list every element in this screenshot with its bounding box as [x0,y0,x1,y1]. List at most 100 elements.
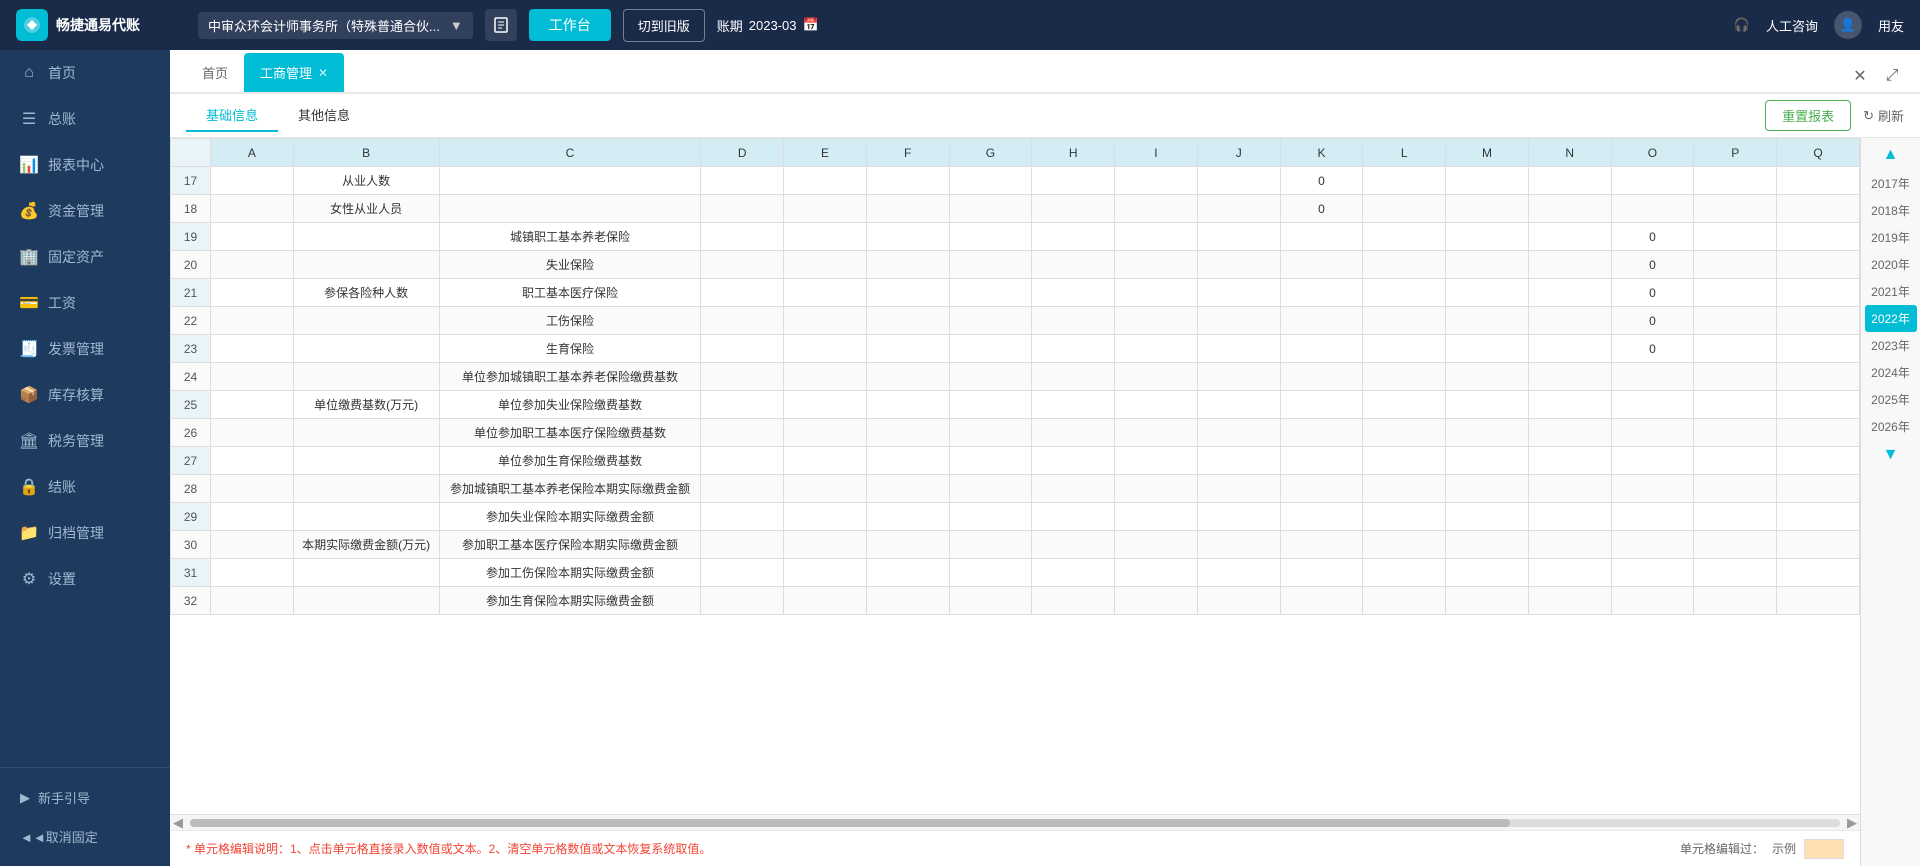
cell-r31-ccol_f[interactable] [866,559,949,587]
year-item-2023[interactable]: 2023年 [1865,332,1917,359]
user-label[interactable]: 用友 [1878,16,1904,35]
cell-r25-ccol_g[interactable] [949,391,1032,419]
cell-r32-ccol_e[interactable] [784,587,867,615]
cell-r20-ccol_o[interactable]: 0 [1611,251,1694,279]
cell-r19-ccol_n[interactable] [1528,223,1611,251]
cell-r29-ccol_h[interactable] [1032,503,1115,531]
cell-r32-ccol_g[interactable] [949,587,1032,615]
cell-r25-ccol_l[interactable] [1363,391,1446,419]
cell-r21-ccol_n[interactable] [1528,279,1611,307]
cell-r18-ccol_q[interactable] [1777,195,1860,223]
cell-r26-ccol_b[interactable] [293,419,439,447]
cell-r25-ccol_f[interactable] [866,391,949,419]
tab-home[interactable]: 首页 [186,53,244,92]
cell-r21-ccol_c[interactable]: 职工基本医疗保险 [439,279,701,307]
cell-r29-ccol_l[interactable] [1363,503,1446,531]
cell-r26-ccol_f[interactable] [866,419,949,447]
cell-r20-ccol_g[interactable] [949,251,1032,279]
cell-r17-ccol_q[interactable] [1777,167,1860,195]
cell-r29-ccol_i[interactable] [1115,503,1198,531]
cell-r27-ccol_g[interactable] [949,447,1032,475]
cell-r22-ccol_l[interactable] [1363,307,1446,335]
cell-r26-ccol_h[interactable] [1032,419,1115,447]
cell-r21-ccol_h[interactable] [1032,279,1115,307]
cell-r20-ccol_a[interactable] [211,251,294,279]
cell-r27-ccol_j[interactable] [1197,447,1280,475]
new-guide-button[interactable]: ▶ 新手引导 [0,778,170,817]
cell-r17-ccol_d[interactable] [701,167,784,195]
cell-r21-ccol_a[interactable] [211,279,294,307]
cell-r32-ccol_p[interactable] [1694,587,1777,615]
cell-r28-ccol_e[interactable] [784,475,867,503]
cell-r18-ccol_i[interactable] [1115,195,1198,223]
cell-r27-ccol_m[interactable] [1446,447,1529,475]
cell-r26-ccol_c[interactable]: 单位参加职工基本医疗保险缴费基数 [439,419,701,447]
sidebar-item-asset[interactable]: 🏢 固定资产 [0,234,170,280]
cell-r27-ccol_l[interactable] [1363,447,1446,475]
cell-r22-ccol_n[interactable] [1528,307,1611,335]
scroll-right-icon[interactable]: ▶ [1844,815,1860,831]
cell-r30-ccol_n[interactable] [1528,531,1611,559]
cell-r32-ccol_n[interactable] [1528,587,1611,615]
cell-r24-ccol_l[interactable] [1363,363,1446,391]
cell-r19-ccol_g[interactable] [949,223,1032,251]
cell-r23-ccol_q[interactable] [1777,335,1860,363]
cell-r20-ccol_n[interactable] [1528,251,1611,279]
cell-r24-ccol_d[interactable] [701,363,784,391]
cell-r31-ccol_q[interactable] [1777,559,1860,587]
cell-r20-ccol_j[interactable] [1197,251,1280,279]
cell-r22-ccol_d[interactable] [701,307,784,335]
cell-r25-ccol_p[interactable] [1694,391,1777,419]
cell-r18-ccol_k[interactable]: 0 [1280,195,1363,223]
cell-r23-ccol_c[interactable]: 生育保险 [439,335,701,363]
year-item-2020[interactable]: 2020年 [1865,251,1917,278]
tab-industry[interactable]: 工商管理 ✕ [244,53,344,92]
cell-r28-ccol_a[interactable] [211,475,294,503]
cell-r30-ccol_p[interactable] [1694,531,1777,559]
cell-r18-ccol_f[interactable] [866,195,949,223]
cell-r30-ccol_a[interactable] [211,531,294,559]
cell-r17-ccol_f[interactable] [866,167,949,195]
year-item-2018[interactable]: 2018年 [1865,197,1917,224]
cell-r19-ccol_b[interactable] [293,223,439,251]
cell-r31-ccol_n[interactable] [1528,559,1611,587]
cell-r17-ccol_i[interactable] [1115,167,1198,195]
cell-r19-ccol_h[interactable] [1032,223,1115,251]
cell-r20-ccol_p[interactable] [1694,251,1777,279]
cell-r25-ccol_c[interactable]: 单位参加失业保险缴费基数 [439,391,701,419]
cell-r19-ccol_p[interactable] [1694,223,1777,251]
cell-r30-ccol_m[interactable] [1446,531,1529,559]
cell-r24-ccol_o[interactable] [1611,363,1694,391]
cell-r20-ccol_i[interactable] [1115,251,1198,279]
cell-r22-ccol_q[interactable] [1777,307,1860,335]
cell-r18-ccol_n[interactable] [1528,195,1611,223]
cell-r28-ccol_h[interactable] [1032,475,1115,503]
cell-r32-ccol_q[interactable] [1777,587,1860,615]
cell-r24-ccol_b[interactable] [293,363,439,391]
cell-r22-ccol_c[interactable]: 工伤保险 [439,307,701,335]
cell-r30-ccol_b[interactable]: 本期实际缴费金额(万元) [293,531,439,559]
cell-r26-ccol_n[interactable] [1528,419,1611,447]
cell-r25-ccol_b[interactable]: 单位缴费基数(万元) [293,391,439,419]
cell-r31-ccol_h[interactable] [1032,559,1115,587]
cell-r26-ccol_q[interactable] [1777,419,1860,447]
cell-r22-ccol_f[interactable] [866,307,949,335]
sidebar-item-home[interactable]: ⌂ 首页 [0,50,170,96]
support-label[interactable]: 人工咨询 [1766,16,1818,35]
cell-r18-ccol_m[interactable] [1446,195,1529,223]
cell-r23-ccol_g[interactable] [949,335,1032,363]
cell-r30-ccol_j[interactable] [1197,531,1280,559]
sidebar-item-archive[interactable]: 📁 归档管理 [0,510,170,556]
cell-r31-ccol_m[interactable] [1446,559,1529,587]
cell-r17-ccol_g[interactable] [949,167,1032,195]
cell-r18-ccol_g[interactable] [949,195,1032,223]
sidebar-item-settings[interactable]: ⚙ 设置 [0,556,170,602]
cell-r17-ccol_h[interactable] [1032,167,1115,195]
cell-r24-ccol_n[interactable] [1528,363,1611,391]
cell-r23-ccol_n[interactable] [1528,335,1611,363]
cell-r19-ccol_a[interactable] [211,223,294,251]
cell-r28-ccol_o[interactable] [1611,475,1694,503]
cell-r18-ccol_c[interactable] [439,195,701,223]
cell-r17-ccol_c[interactable] [439,167,701,195]
cell-r24-ccol_j[interactable] [1197,363,1280,391]
